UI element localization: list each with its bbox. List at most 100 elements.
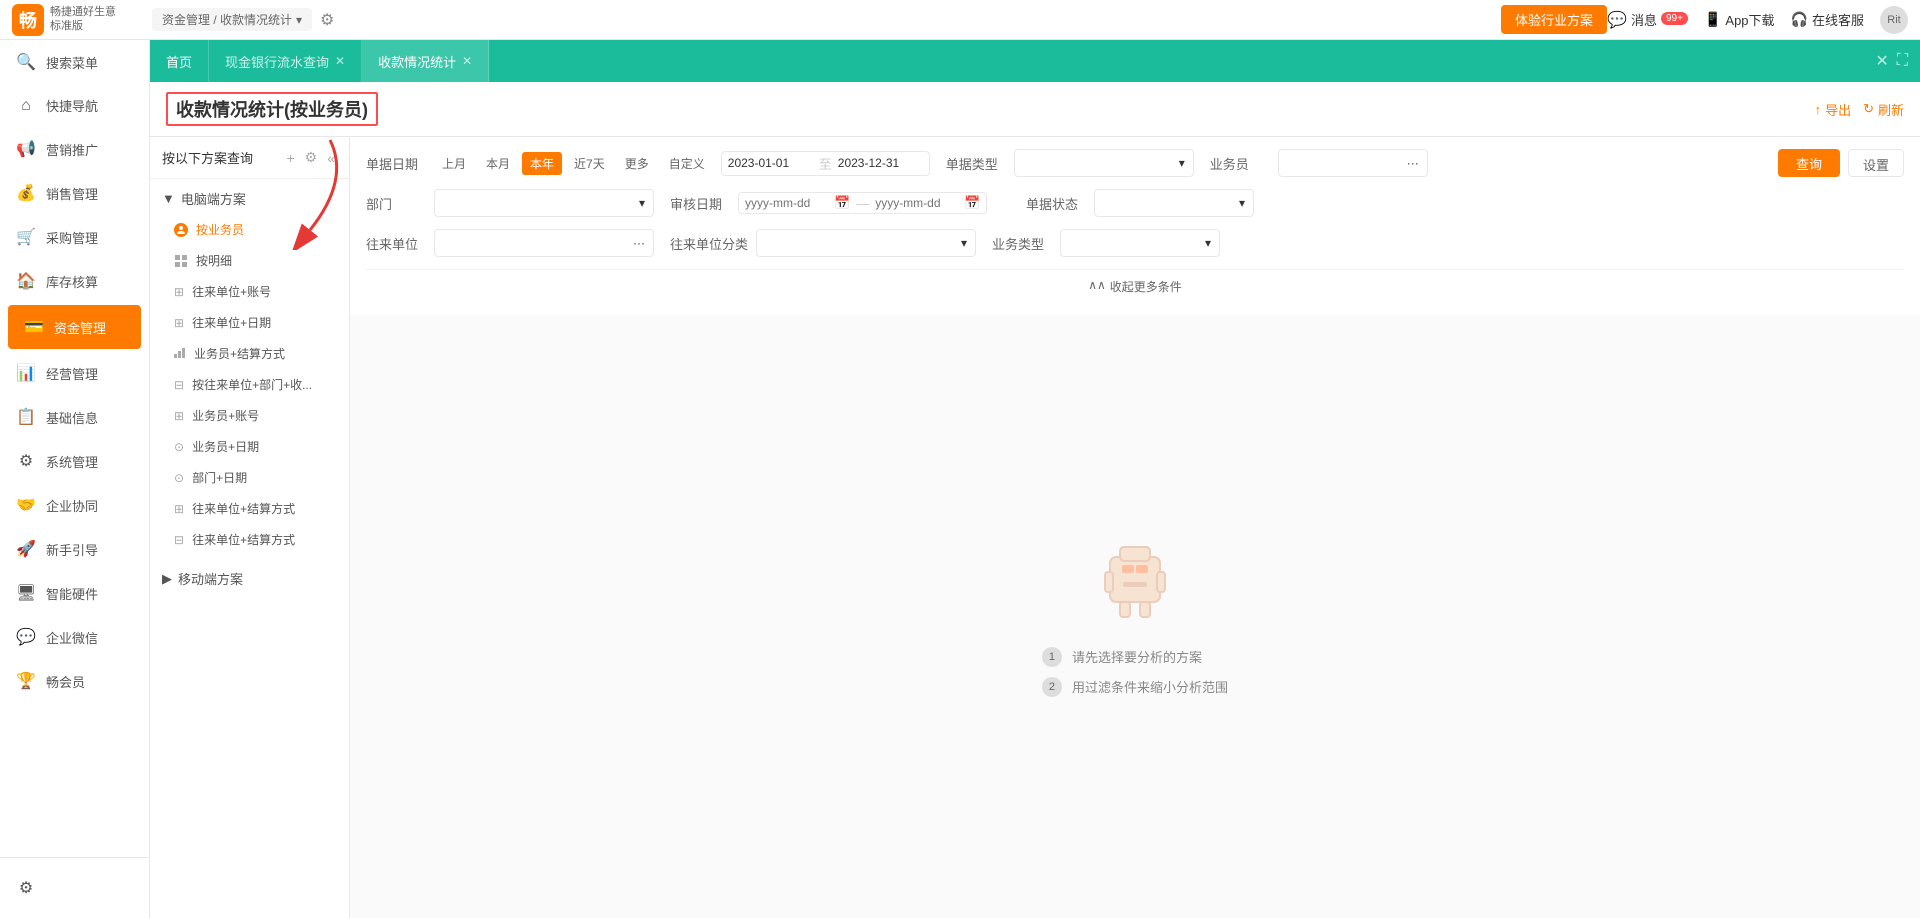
- sidebar-item-guide[interactable]: 🚀 新手引导: [0, 527, 149, 571]
- tab-close-window[interactable]: ✕: [1875, 51, 1888, 71]
- refresh-icon: ↻: [1863, 101, 1874, 117]
- sidebar-item-purchase[interactable]: 🛒 采购管理: [0, 215, 149, 259]
- salesman-select[interactable]: ···: [1278, 149, 1428, 177]
- sidebar-item-finance[interactable]: 💳 资金管理: [8, 305, 141, 349]
- partner-label: 往来单位: [366, 234, 426, 253]
- doc-status-select[interactable]: ▾: [1094, 189, 1254, 217]
- query-button[interactable]: 查询: [1778, 149, 1840, 177]
- trial-button[interactable]: 体验行业方案: [1501, 5, 1607, 34]
- scheme-item-partner-settlement1[interactable]: ⊞ 往来单位+结算方式: [150, 493, 349, 524]
- sidebar-item-basic-info[interactable]: 📋 基础信息: [0, 395, 149, 439]
- tab-expand-icon[interactable]: ⛶: [1897, 52, 1908, 70]
- finance-icon: 💳: [24, 317, 44, 337]
- dept-select[interactable]: ▾: [434, 189, 654, 217]
- tab-actions: ✕ ⛶: [1863, 51, 1920, 71]
- audit-date-inputs: 📅 — 📅: [738, 192, 987, 214]
- calendar-to-icon[interactable]: 📅: [964, 195, 980, 211]
- settings-icon[interactable]: ⚙: [320, 10, 334, 30]
- scheme-item-partner-settlement2[interactable]: ⊟ 往来单位+结算方式: [150, 524, 349, 555]
- settings-button[interactable]: 设置: [1848, 149, 1904, 177]
- mobile-scheme-group: ▶ 移动端方案: [150, 559, 349, 598]
- sidebar-item-inventory[interactable]: 🏠 库存核算: [0, 259, 149, 303]
- wechat-icon: 💬: [16, 627, 36, 647]
- filter-row-1: 单据日期 上月 本月 本年 近7天 更多 自定义: [366, 149, 1904, 177]
- date-tab-this-year[interactable]: 本年: [522, 152, 562, 175]
- filter-partner-category-field: 往来单位分类 ▾: [670, 229, 976, 257]
- sidebar-settings-btn[interactable]: ⚙: [0, 866, 149, 910]
- add-scheme-icon[interactable]: +: [284, 148, 296, 168]
- vip-icon: 🏆: [16, 671, 36, 691]
- export-button[interactable]: ↑ 导出: [1815, 100, 1852, 119]
- biz-type-select[interactable]: ▾: [1060, 229, 1220, 257]
- audit-date-to-input[interactable]: [875, 196, 960, 210]
- scheme-item-salesman-settlement[interactable]: 业务员+结算方式: [150, 338, 349, 369]
- scheme-item-salesman-account[interactable]: ⊞ 业务员+账号: [150, 400, 349, 431]
- tab-home[interactable]: 首页: [150, 40, 209, 82]
- scheme-item-by-salesman[interactable]: 按业务员: [150, 214, 349, 245]
- date-tab-more[interactable]: 更多: [617, 152, 657, 175]
- desktop-group-title[interactable]: ▼ 电脑端方案: [150, 183, 349, 214]
- date-tab-this-month[interactable]: 本月: [478, 152, 518, 175]
- scheme-item-partner-dept-collect[interactable]: ⊟ 按往来单位+部门+收...: [150, 369, 349, 400]
- main-layout: 🔍 搜索菜单 ⌂ 快捷导航 📢 营销推广 💰 销售管理 🛒 采购管理 🏠 库存核…: [0, 0, 1920, 918]
- partner-select[interactable]: ···: [434, 229, 654, 257]
- scheme-icon-detail: [174, 254, 188, 268]
- doc-status-dropdown-icon: ▾: [1239, 196, 1245, 210]
- content-area: 首页 现金银行流水查询 ✕ 收款情况统计 ✕ ✕ ⛶ 收款情况统计(按业务员): [150, 40, 1920, 918]
- calendar-from-icon[interactable]: 📅: [834, 195, 850, 211]
- tab-collection-stats[interactable]: 收款情况统计 ✕: [362, 40, 489, 82]
- partner-category-select[interactable]: ▾: [756, 229, 976, 257]
- sidebar-item-system[interactable]: ⚙ 系统管理: [0, 439, 149, 483]
- sales-icon: 💰: [16, 183, 36, 203]
- biz-type-dropdown-icon: ▾: [1205, 236, 1211, 250]
- date-tab-7days[interactable]: 近7天: [566, 152, 613, 175]
- tab-close-bank-flow[interactable]: ✕: [335, 54, 345, 68]
- sidebar-item-operations[interactable]: 📊 经营管理: [0, 351, 149, 395]
- scheme-item-dept-date[interactable]: ⊙ 部门+日期: [150, 462, 349, 493]
- scheme-item-by-detail[interactable]: 按明细: [150, 245, 349, 276]
- panel-header-icons: + ⚙ «: [284, 147, 337, 168]
- sidebar-item-marketing[interactable]: 📢 营销推广: [0, 127, 149, 171]
- purchase-icon: 🛒: [16, 227, 36, 247]
- sidebar-item-vip[interactable]: 🏆 畅会员: [0, 659, 149, 703]
- app-download-btn[interactable]: 📱 App下载: [1704, 10, 1775, 29]
- sidebar-item-enterprise[interactable]: 🤝 企业协同: [0, 483, 149, 527]
- filter-biz-type-field: 业务类型 ▾: [992, 229, 1220, 257]
- tab-close-collection-stats[interactable]: ✕: [462, 54, 472, 68]
- sidebar-item-sales[interactable]: 💰 销售管理: [0, 171, 149, 215]
- megaphone-icon: 📢: [16, 139, 36, 159]
- scheme-icon-grid1: ⊞: [174, 502, 184, 516]
- sidebar-item-wechat[interactable]: 💬 企业微信: [0, 615, 149, 659]
- scheme-item-salesman-date[interactable]: ⊙ 业务员+日期: [150, 431, 349, 462]
- empty-step-1: 1 请先选择要分析的方案: [1042, 647, 1228, 667]
- enterprise-icon: 🤝: [16, 495, 36, 515]
- tab-bank-flow[interactable]: 现金银行流水查询 ✕: [209, 40, 362, 82]
- messages-btn[interactable]: 💬 消息 99+: [1607, 10, 1688, 30]
- main-body: 按以下方案查询 + ⚙ « ▼ 电脑端方案: [150, 137, 1920, 918]
- top-nav: 资金管理 / 收款情况统计 ▾ ⚙: [152, 8, 1501, 31]
- date-tabs: 上月 本月 本年 近7天 更多 自定义: [434, 152, 713, 175]
- sidebar-item-hardware[interactable]: 🖥 智能硬件: [0, 571, 149, 615]
- date-from-input[interactable]: [728, 156, 813, 170]
- refresh-button[interactable]: ↻ 刷新: [1863, 100, 1904, 119]
- collapse-bar[interactable]: ∧∧ 收起更多条件: [366, 269, 1904, 303]
- date-tab-custom[interactable]: 自定义: [661, 152, 713, 175]
- user-avatar[interactable]: Rit: [1880, 6, 1908, 34]
- date-tab-last-month[interactable]: 上月: [434, 152, 474, 175]
- filter-dept-field: 部门 ▾: [366, 189, 654, 217]
- sidebar-item-search[interactable]: 🔍 搜索菜单: [0, 40, 149, 84]
- audit-date-from-input[interactable]: [745, 196, 830, 210]
- doctype-select[interactable]: ▾: [1014, 149, 1194, 177]
- doc-status-label: 单据状态: [1026, 194, 1086, 213]
- filter-doc-status-field: 单据状态 ▾: [1026, 189, 1254, 217]
- collapse-panel-icon[interactable]: «: [325, 148, 337, 168]
- ops-icon: 📊: [16, 363, 36, 383]
- app-logo-icon: 畅: [12, 4, 44, 36]
- scheme-settings-icon[interactable]: ⚙: [303, 147, 320, 168]
- date-to-input[interactable]: [838, 156, 923, 170]
- sidebar-item-quick-nav[interactable]: ⌂ 快捷导航: [0, 84, 149, 127]
- scheme-item-partner-account[interactable]: ⊞ 往来单位+账号: [150, 276, 349, 307]
- scheme-item-partner-date[interactable]: ⊞ 往来单位+日期: [150, 307, 349, 338]
- online-service-btn[interactable]: 🎧 在线客服: [1791, 10, 1864, 29]
- mobile-group-title[interactable]: ▶ 移动端方案: [150, 563, 349, 594]
